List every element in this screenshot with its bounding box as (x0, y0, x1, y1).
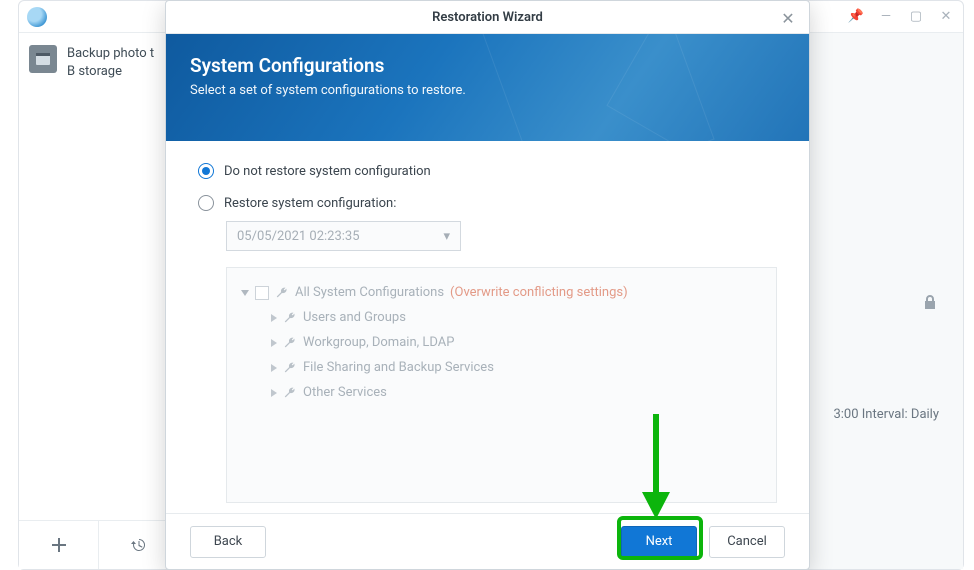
expand-icon (271, 364, 277, 372)
tree-item: File Sharing and Backup Services (237, 355, 766, 380)
tree-item-label: Other Services (303, 385, 387, 400)
modal-banner: System Configurations Select a set of sy… (166, 34, 809, 141)
modal-content: Do not restore system configuration Rest… (166, 141, 809, 513)
expand-icon (271, 389, 277, 397)
radio-restore[interactable]: Restore system configuration: (198, 195, 777, 211)
tree-item-label: Users and Groups (303, 310, 406, 325)
history-icon (130, 536, 148, 554)
task-line1: Backup photo t (67, 45, 154, 63)
tree-item: Users and Groups (237, 305, 766, 330)
banner-title: System Configurations (190, 54, 785, 77)
back-button[interactable]: Back (190, 526, 266, 558)
chevron-down-icon: ▾ (443, 229, 450, 244)
restoration-wizard-modal: Restoration Wizard ✕ System Configuratio… (165, 0, 810, 570)
schedule-text: 3:00 Interval: Daily (833, 407, 939, 422)
sidebar: Backup photo t B storage (19, 33, 179, 569)
window-controls: 📌 — ▢ ✕ (847, 8, 955, 26)
wrench-icon (283, 361, 297, 375)
task-line2: B storage (67, 63, 154, 81)
wrench-icon (283, 336, 297, 350)
close-icon[interactable]: ✕ (937, 8, 955, 26)
add-button[interactable] (19, 521, 99, 569)
sidebar-task-text: Backup photo t B storage (67, 45, 154, 80)
modal-close-button[interactable]: ✕ (777, 7, 799, 29)
minimize-icon[interactable]: — (877, 8, 895, 26)
expand-icon (271, 314, 277, 322)
cancel-button[interactable]: Cancel (709, 526, 785, 558)
radio-label: Do not restore system configuration (224, 164, 431, 179)
tree-item-label: Workgroup, Domain, LDAP (303, 335, 454, 350)
tree-root: All System Configurations (Overwrite con… (237, 280, 766, 305)
tree-root-hint: (Overwrite conflicting settings) (450, 285, 628, 300)
restore-date-dropdown: 05/05/2021 02:23:35 ▾ (226, 221, 461, 251)
tree-item: Workgroup, Domain, LDAP (237, 330, 766, 355)
lock-icon[interactable] (921, 293, 939, 315)
tree-item-label: File Sharing and Backup Services (303, 360, 494, 375)
expand-icon (271, 339, 277, 347)
modal-title: Restoration Wizard (432, 10, 543, 25)
radio-input[interactable] (198, 195, 214, 211)
sidebar-task-item[interactable]: Backup photo t B storage (19, 33, 178, 92)
radio-input[interactable] (198, 163, 214, 179)
date-value: 05/05/2021 02:23:35 (237, 229, 360, 244)
wrench-icon (283, 386, 297, 400)
maximize-icon[interactable]: ▢ (907, 8, 925, 26)
pin-icon[interactable]: 📌 (847, 8, 865, 26)
collapse-icon (241, 290, 249, 296)
app-icon (27, 7, 47, 27)
next-button[interactable]: Next (621, 526, 697, 558)
radio-label: Restore system configuration: (224, 196, 396, 211)
sidebar-bottom (19, 520, 178, 569)
checkbox (255, 286, 269, 300)
plus-icon (50, 536, 68, 554)
wrench-icon (283, 311, 297, 325)
calendar-icon (29, 45, 57, 73)
radio-do-not-restore[interactable]: Do not restore system configuration (198, 163, 777, 179)
modal-titlebar: Restoration Wizard ✕ (166, 1, 809, 34)
config-tree: All System Configurations (Overwrite con… (226, 267, 777, 503)
banner-subtitle: Select a set of system configurations to… (190, 83, 785, 98)
modal-footer: Back Next Cancel (166, 513, 809, 569)
tree-item: Other Services (237, 380, 766, 405)
tree-root-label: All System Configurations (295, 285, 444, 300)
wrench-icon (275, 286, 289, 300)
